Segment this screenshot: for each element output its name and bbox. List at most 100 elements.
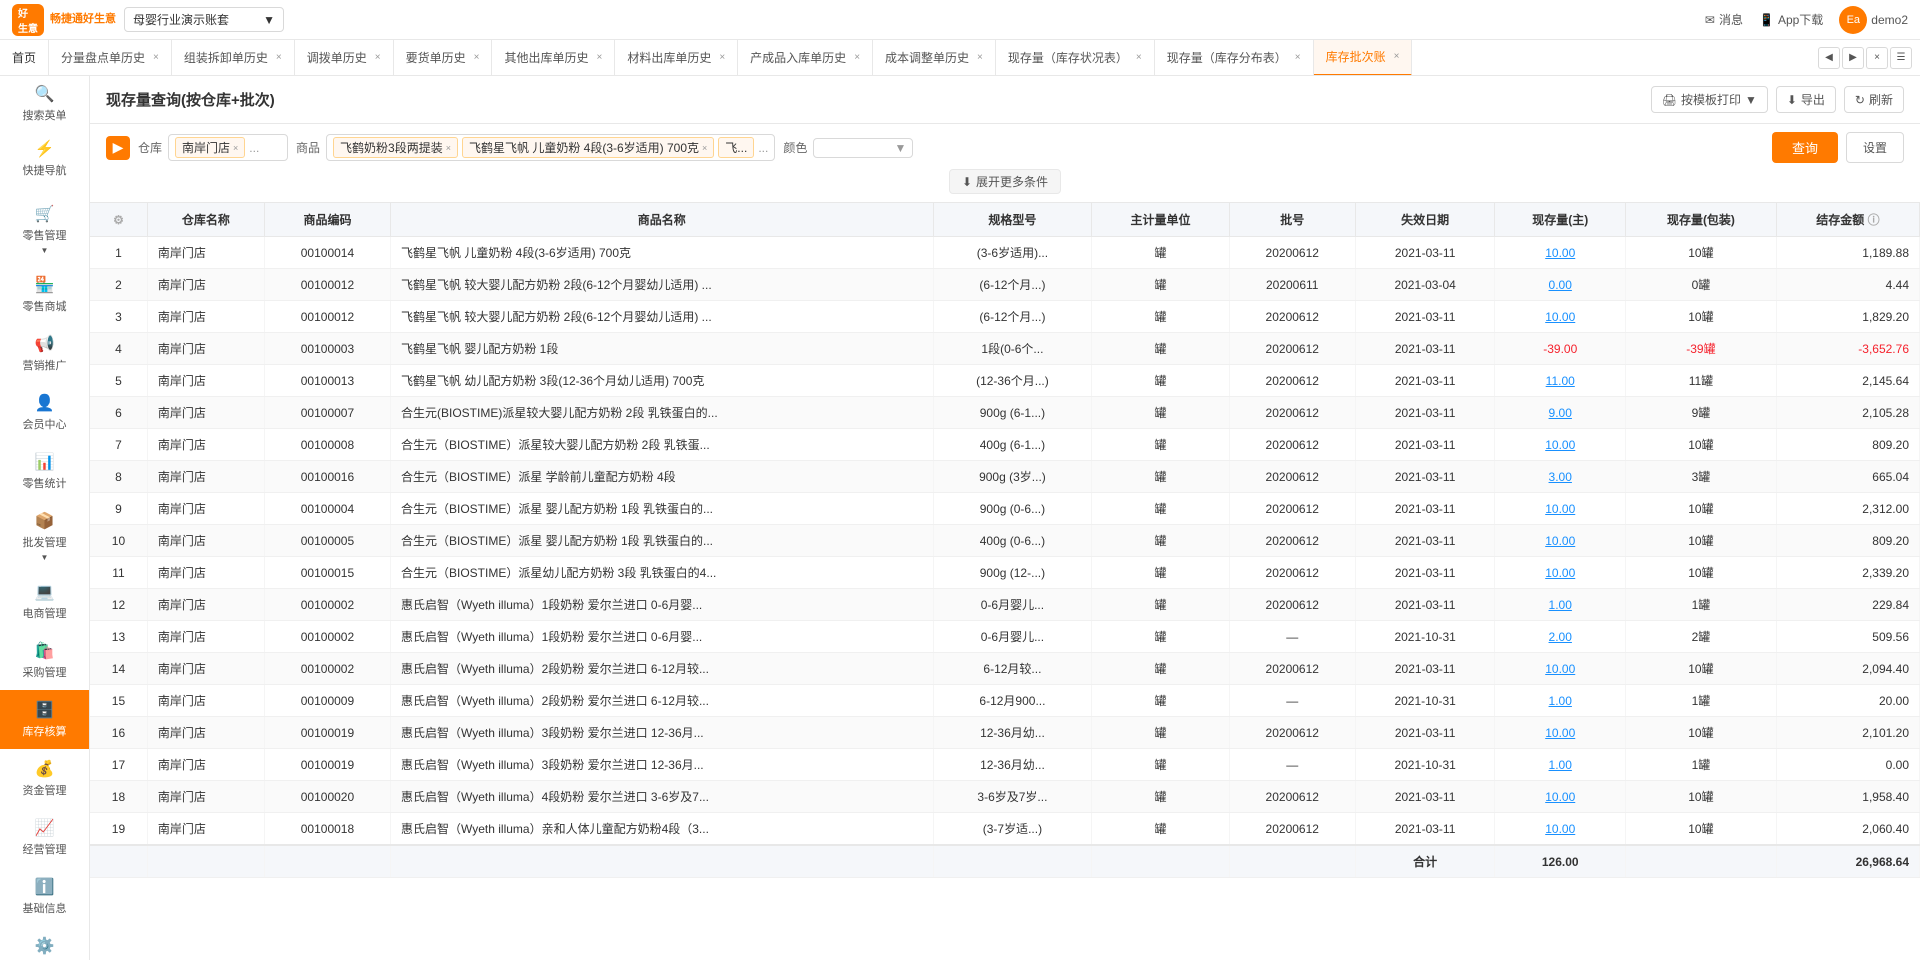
cell-qty-pack: 10罐 <box>1626 301 1777 333</box>
tab-1[interactable]: 分量盘点单历史 × <box>49 40 172 76</box>
cell-no: 7 <box>90 429 147 461</box>
cell-qty-main[interactable]: 10.00 <box>1495 493 1626 525</box>
tab-7[interactable]: 产成品入库单历史 × <box>738 40 873 76</box>
cell-warehouse: 南岸门店 <box>147 813 264 846</box>
cell-qty-main[interactable]: 1.00 <box>1495 685 1626 717</box>
settings-button[interactable]: 设置 <box>1846 132 1904 163</box>
tab-home[interactable]: 首页 <box>0 40 49 76</box>
user-area[interactable]: Ea demo2 <box>1839 6 1908 34</box>
cell-qty-main[interactable]: 10.00 <box>1495 301 1626 333</box>
tab-8-close[interactable]: × <box>977 52 983 63</box>
cell-qty-main[interactable]: 10.00 <box>1495 237 1626 269</box>
tabs-next-button[interactable]: ▶ <box>1842 47 1864 69</box>
tab-6-close[interactable]: × <box>719 52 725 63</box>
color-select[interactable]: ▼ <box>813 138 913 158</box>
tab-4[interactable]: 要货单历史 × <box>394 40 493 76</box>
tab-3[interactable]: 调拨单历史 × <box>295 40 394 76</box>
cell-qty-main[interactable]: 11.00 <box>1495 365 1626 397</box>
warehouse-tags[interactable]: 南岸门店 × ... <box>168 134 288 161</box>
refresh-button[interactable]: ↻ 刷新 <box>1844 86 1904 113</box>
tab-9-close[interactable]: × <box>1136 52 1142 63</box>
sidebar-item-operations[interactable]: 📈 经营管理 <box>0 808 89 867</box>
tab-2-close[interactable]: × <box>276 52 282 63</box>
col-settings[interactable]: ⚙ <box>90 203 147 237</box>
col-qty-pack: 现存量(包装) <box>1626 203 1777 237</box>
cell-code: 00100020 <box>264 781 390 813</box>
cell-unit: 罐 <box>1092 813 1229 846</box>
tab-6[interactable]: 材料出库单历史 × <box>615 40 738 76</box>
export-icon: ⬇ <box>1787 93 1797 107</box>
sidebar-item-purchase[interactable]: 🛍️ 采购管理 <box>0 631 89 690</box>
product-tag-1-close[interactable]: × <box>446 143 451 153</box>
product-tags[interactable]: 飞鹤奶粉3段两提装 × 飞鹤星飞帆 儿童奶粉 4段(3-6岁适用) 700克 ×… <box>326 134 775 161</box>
cell-qty-main[interactable]: -39.00 <box>1495 333 1626 365</box>
tab-7-close[interactable]: × <box>854 52 860 63</box>
tab-4-close[interactable]: × <box>474 52 480 63</box>
cell-qty-main[interactable]: 10.00 <box>1495 525 1626 557</box>
cell-qty-main[interactable]: 10.00 <box>1495 781 1626 813</box>
app-download-button[interactable]: 📱 App下载 <box>1759 11 1823 28</box>
cell-qty-main[interactable]: 10.00 <box>1495 557 1626 589</box>
cell-qty-main[interactable]: 10.00 <box>1495 813 1626 846</box>
sidebar-item-system[interactable]: ⚙️ 系统管理 <box>0 926 89 960</box>
tabs-close-button[interactable]: × <box>1866 47 1888 69</box>
tabs-menu-button[interactable]: ☰ <box>1890 47 1912 69</box>
cell-qty-main[interactable]: 1.00 <box>1495 589 1626 621</box>
cell-batch: 20200612 <box>1229 333 1355 365</box>
sidebar-item-basics[interactable]: ℹ️ 基础信息 <box>0 867 89 926</box>
tab-9[interactable]: 现存量（库存状况表） × <box>996 40 1155 76</box>
sidebar-item-inventory[interactable]: 🗄️ 库存核算 <box>0 690 89 749</box>
cell-qty-main[interactable]: 10.00 <box>1495 429 1626 461</box>
sidebar-item-wholesale[interactable]: 📦 批发管理 ▼ <box>0 501 89 572</box>
main-layout: 🔍 搜索英单 ⚡ 快捷导航 🛒 零售管理 ▼ 🏪 零售商城 📢 营销推广 👤 会… <box>0 76 1920 960</box>
cell-qty-main[interactable]: 2.00 <box>1495 621 1626 653</box>
sidebar-item-ecommerce[interactable]: 💻 电商管理 <box>0 572 89 631</box>
sidebar-item-search[interactable]: 🔍 搜索英单 <box>0 76 89 131</box>
tab-11-close[interactable]: × <box>1394 51 1400 62</box>
product-tag-2-close[interactable]: × <box>702 143 707 153</box>
message-icon: ✉ <box>1705 13 1715 27</box>
cell-qty-main[interactable]: 9.00 <box>1495 397 1626 429</box>
tab-5[interactable]: 其他出库单历史 × <box>492 40 615 76</box>
expand-more-button[interactable]: ⬇ 展开更多条件 <box>949 169 1061 194</box>
cell-qty-main[interactable]: 10.00 <box>1495 717 1626 749</box>
tab-3-close[interactable]: × <box>375 52 381 63</box>
tab-8[interactable]: 成本调整单历史 × <box>873 40 996 76</box>
username: demo2 <box>1871 13 1908 27</box>
sidebar-item-marketing[interactable]: 📢 营销推广 <box>0 324 89 383</box>
cell-qty-main[interactable]: 3.00 <box>1495 461 1626 493</box>
cell-no: 15 <box>90 685 147 717</box>
logo-text: 畅捷通好生意 <box>50 13 116 26</box>
query-button[interactable]: 查询 <box>1772 132 1838 163</box>
cell-amount: 1,829.20 <box>1776 301 1919 333</box>
product-more[interactable]: ... <box>758 141 768 155</box>
tabs-prev-button[interactable]: ◀ <box>1818 47 1840 69</box>
template-print-button[interactable]: 🖨 按模板打印 ▼ <box>1651 86 1768 113</box>
org-selector[interactable]: 母婴行业演示账套 ▼ <box>124 7 284 32</box>
cell-qty-main[interactable]: 1.00 <box>1495 749 1626 781</box>
sidebar-item-retail-mall[interactable]: 🏪 零售商城 <box>0 265 89 324</box>
sidebar-item-finance[interactable]: 💰 资金管理 <box>0 749 89 808</box>
tab-5-close[interactable]: × <box>596 52 602 63</box>
tab-2[interactable]: 组装拆卸单历史 × <box>172 40 295 76</box>
cell-qty-main[interactable]: 0.00 <box>1495 269 1626 301</box>
sidebar-item-quicknav[interactable]: ⚡ 快捷导航 <box>0 131 89 186</box>
tab-10[interactable]: 现存量（库存分布表） × <box>1155 40 1314 76</box>
tab-10-close[interactable]: × <box>1295 52 1301 63</box>
tab-1-close[interactable]: × <box>153 52 159 63</box>
sidebar-item-retail-stats[interactable]: 📊 零售统计 <box>0 442 89 501</box>
cell-amount: 509.56 <box>1776 621 1919 653</box>
tab-11[interactable]: 库存批次账 × <box>1314 40 1413 76</box>
cell-qty-main[interactable]: 10.00 <box>1495 653 1626 685</box>
tag-close-icon[interactable]: × <box>233 143 238 153</box>
info-icon: ⓘ <box>1868 213 1880 227</box>
cell-unit: 罐 <box>1092 685 1229 717</box>
cell-warehouse: 南岸门店 <box>147 717 264 749</box>
export-button[interactable]: ⬇ 导出 <box>1776 86 1836 113</box>
sidebar-item-members[interactable]: 👤 会员中心 <box>0 383 89 442</box>
top-right: ✉ 消息 📱 App下载 Ea demo2 <box>1705 6 1908 34</box>
message-button[interactable]: ✉ 消息 <box>1705 11 1743 28</box>
filter-expand-button[interactable]: ▶ <box>106 136 130 160</box>
warehouse-more[interactable]: ... <box>249 141 259 155</box>
sidebar-item-retail-mgmt[interactable]: 🛒 零售管理 ▼ <box>0 194 89 265</box>
